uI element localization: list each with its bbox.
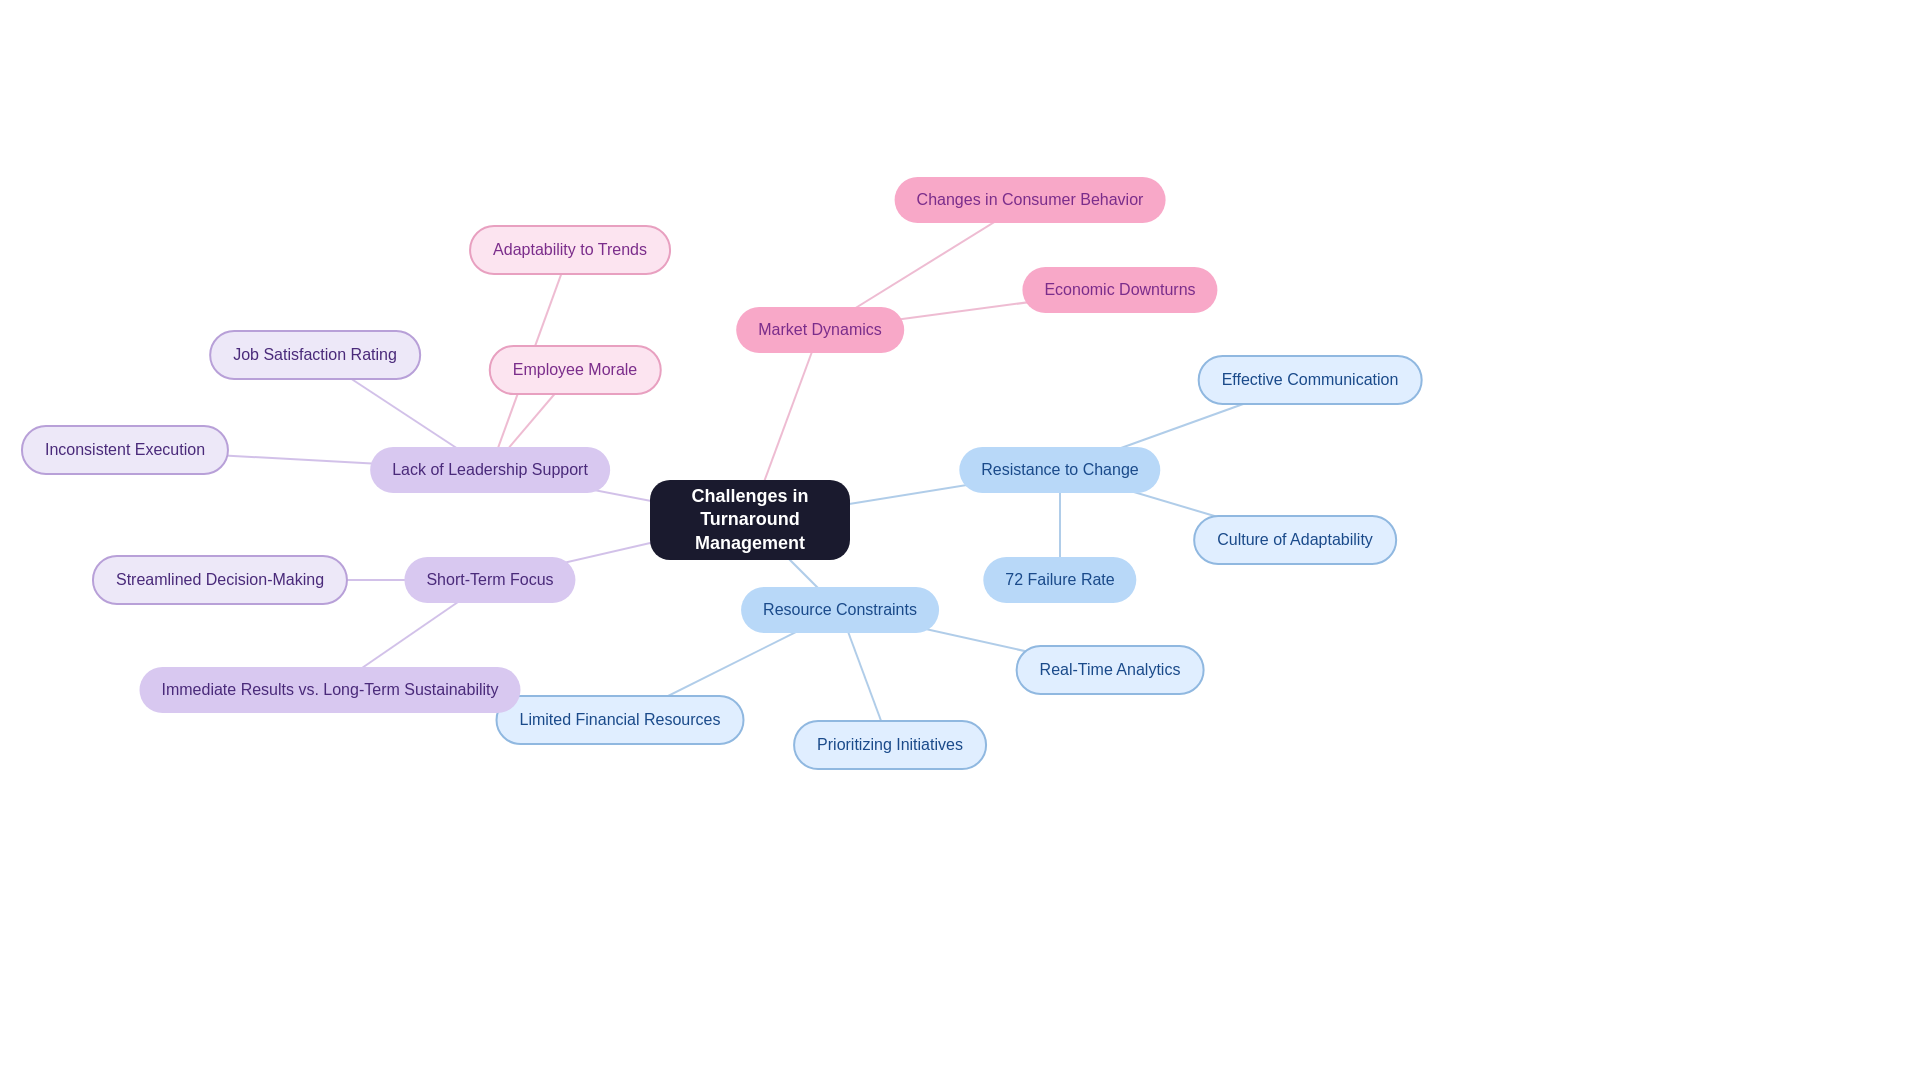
node-job-satisfaction[interactable]: Job Satisfaction Rating: [209, 330, 421, 380]
node-culture-adaptability[interactable]: Culture of Adaptability: [1193, 515, 1397, 565]
node-employee-morale[interactable]: Employee Morale: [489, 345, 662, 395]
node-prioritizing-initiatives[interactable]: Prioritizing Initiatives: [793, 720, 987, 770]
node-economic-downturns[interactable]: Economic Downturns: [1022, 267, 1217, 313]
mind-map: Challenges in Turnaround Management Marke…: [0, 0, 1920, 1083]
node-real-time-analytics[interactable]: Real-Time Analytics: [1016, 645, 1205, 695]
node-resistance-change[interactable]: Resistance to Change: [959, 447, 1160, 493]
node-resource-constraints[interactable]: Resource Constraints: [741, 587, 939, 633]
node-streamlined-decision[interactable]: Streamlined Decision-Making: [92, 555, 348, 605]
node-72-failure-rate[interactable]: 72 Failure Rate: [983, 557, 1136, 603]
node-lack-leadership[interactable]: Lack of Leadership Support: [370, 447, 610, 493]
connections-svg: [0, 0, 1920, 1083]
node-adaptability-trends[interactable]: Adaptability to Trends: [469, 225, 671, 275]
node-immediate-results[interactable]: Immediate Results vs. Long-Term Sustaina…: [139, 667, 520, 713]
node-effective-communication[interactable]: Effective Communication: [1198, 355, 1423, 405]
node-market-dynamics[interactable]: Market Dynamics: [736, 307, 904, 353]
node-limited-financial[interactable]: Limited Financial Resources: [496, 695, 745, 745]
center-node[interactable]: Challenges in Turnaround Management: [650, 480, 850, 560]
node-short-term-focus[interactable]: Short-Term Focus: [404, 557, 575, 603]
node-inconsistent-execution[interactable]: Inconsistent Execution: [21, 425, 229, 475]
node-changes-consumer[interactable]: Changes in Consumer Behavior: [895, 177, 1166, 223]
